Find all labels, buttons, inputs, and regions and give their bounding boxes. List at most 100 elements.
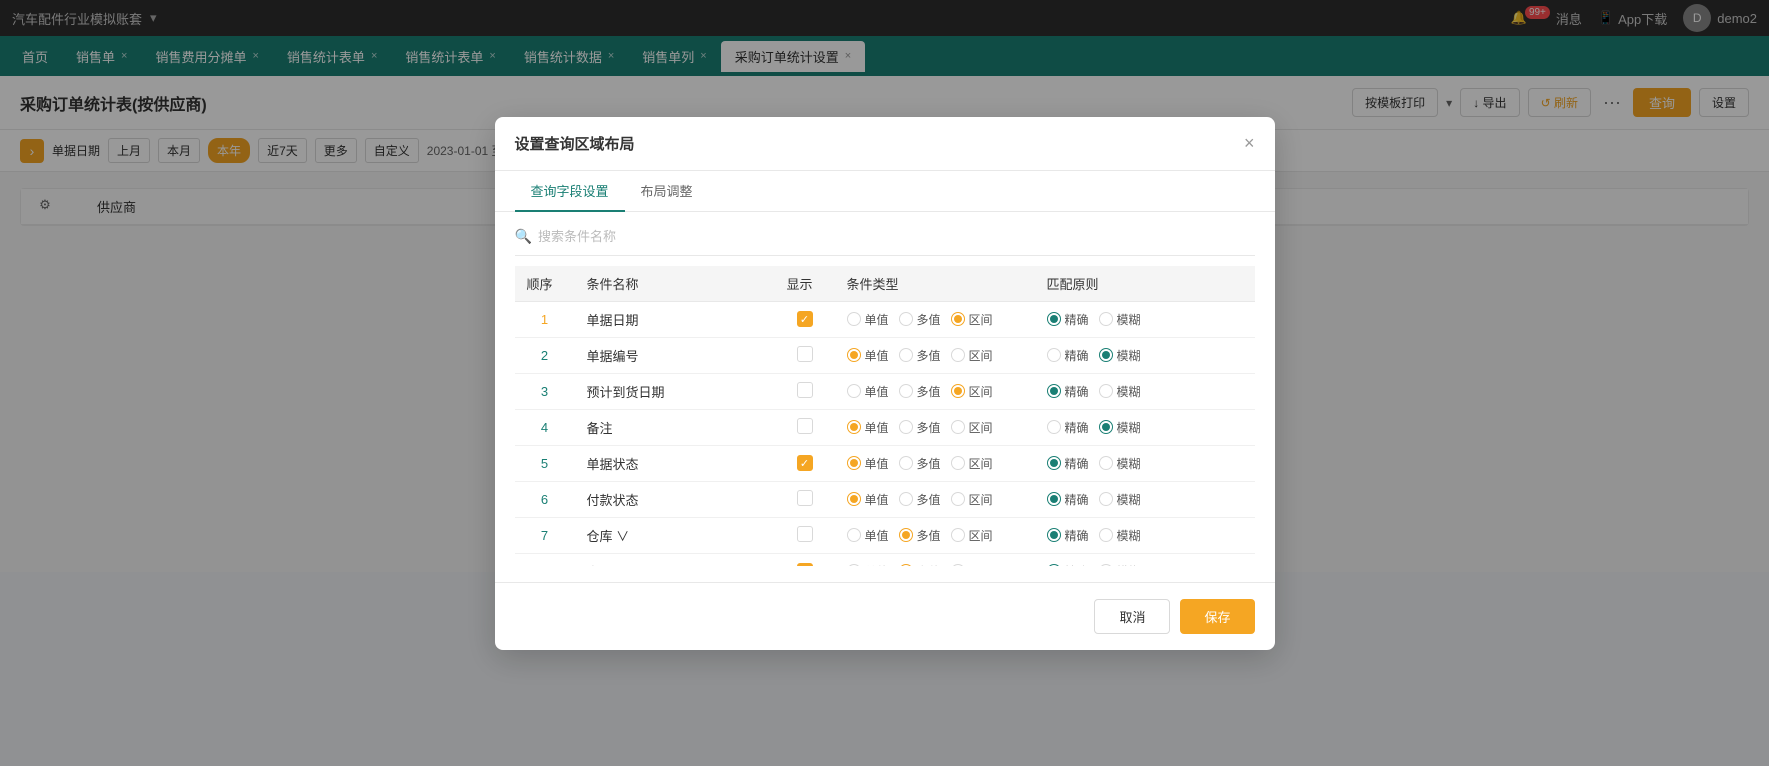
radio-match-item[interactable]: 精确 (1047, 347, 1089, 364)
row-match: 精确模糊 (1035, 445, 1255, 481)
checkbox[interactable] (797, 311, 813, 327)
checkbox[interactable] (797, 490, 813, 506)
radio-type-item[interactable]: 区间 (951, 563, 993, 566)
row-display-checkbox[interactable] (775, 409, 835, 445)
config-table-scroll[interactable]: 顺序 条件名称 显示 条件类型 匹配原则 1单据日期单值多值区间精确模糊2单据编… (515, 266, 1255, 566)
radio-match-item[interactable]: 模糊 (1099, 347, 1141, 364)
radio-match-item[interactable]: 模糊 (1099, 563, 1141, 566)
radio-type-item[interactable]: 单值 (847, 419, 889, 436)
dialog-title: 设置查询区域布局 (515, 133, 635, 154)
radio-type-item[interactable]: 多值 (899, 455, 941, 472)
row-order: 2 (515, 337, 575, 373)
row-type: 单值多值区间 (835, 301, 1035, 337)
radio-type-item[interactable]: 单值 (847, 455, 889, 472)
radio-type-item[interactable]: 区间 (951, 419, 993, 436)
checkbox[interactable] (797, 526, 813, 542)
radio-type-item[interactable]: 多值 (899, 311, 941, 328)
radio-match-item[interactable]: 模糊 (1099, 491, 1141, 508)
radio-dot (1047, 384, 1061, 398)
radio-type-item[interactable]: 多值 (899, 347, 941, 364)
radio-type-item[interactable]: 多值 (899, 491, 941, 508)
row-name: 单据状态 (575, 445, 775, 481)
radio-match-item[interactable]: 模糊 (1099, 311, 1141, 328)
table-row: 3预计到货日期单值多值区间精确模糊 (515, 373, 1255, 409)
radio-match-item[interactable]: 精确 (1047, 491, 1089, 508)
radio-type-item[interactable]: 单值 (847, 491, 889, 508)
radio-label: 多值 (917, 347, 941, 364)
radio-label: 区间 (969, 563, 993, 566)
checkbox[interactable] (797, 455, 813, 471)
radio-match-item[interactable]: 精确 (1047, 311, 1089, 328)
dialog-tabs: 查询字段设置 布局调整 (495, 171, 1275, 212)
radio-label: 多值 (917, 491, 941, 508)
radio-label: 单值 (865, 527, 889, 544)
radio-dot (847, 384, 861, 398)
radio-type-item[interactable]: 多值 (899, 419, 941, 436)
radio-match-item[interactable]: 精确 (1047, 527, 1089, 544)
radio-match-item[interactable]: 模糊 (1099, 455, 1141, 472)
row-name: 单据日期 (575, 301, 775, 337)
radio-dot (847, 420, 861, 434)
radio-type-item[interactable]: 单值 (847, 563, 889, 566)
radio-dot (1099, 492, 1113, 506)
row-order: 1 (515, 301, 575, 337)
radio-type-item[interactable]: 区间 (951, 347, 993, 364)
checkbox[interactable] (797, 563, 813, 565)
th-type: 条件类型 (835, 266, 1035, 302)
radio-match-item[interactable]: 模糊 (1099, 419, 1141, 436)
radio-match-item[interactable]: 模糊 (1099, 383, 1141, 400)
radio-type-item[interactable]: 区间 (951, 527, 993, 544)
row-order: 3 (515, 373, 575, 409)
row-display-checkbox[interactable] (775, 517, 835, 553)
row-display-checkbox[interactable] (775, 373, 835, 409)
row-display-checkbox[interactable] (775, 337, 835, 373)
row-display-checkbox[interactable] (775, 553, 835, 566)
row-display-checkbox[interactable] (775, 445, 835, 481)
radio-type-item[interactable]: 区间 (951, 383, 993, 400)
radio-dot (899, 348, 913, 362)
radio-type-item[interactable]: 多值 (899, 563, 941, 566)
checkbox[interactable] (797, 418, 813, 434)
table-row: 7仓库 ∨单值多值区间精确模糊 (515, 517, 1255, 553)
search-input[interactable] (538, 229, 1255, 244)
radio-label: 精确 (1065, 563, 1089, 566)
radio-dot (847, 312, 861, 326)
row-match: 精确 模糊 (1035, 553, 1255, 566)
row-display-checkbox[interactable] (775, 301, 835, 337)
radio-type-item[interactable]: 单值 (847, 311, 889, 328)
radio-dot (1047, 456, 1061, 470)
radio-label: 模糊 (1117, 491, 1141, 508)
radio-label: 精确 (1065, 347, 1089, 364)
th-match: 匹配原则 (1035, 266, 1255, 302)
dialog-body: 🔍 顺序 条件名称 显示 条件类型 匹配原则 (495, 212, 1275, 582)
save-button[interactable]: 保存 (1180, 599, 1254, 634)
radio-type-item[interactable]: 单值 (847, 527, 889, 544)
row-display-checkbox[interactable] (775, 481, 835, 517)
radio-dot (951, 384, 965, 398)
checkbox[interactable] (797, 382, 813, 398)
checkbox[interactable] (797, 346, 813, 362)
tab-query-fields[interactable]: 查询字段设置 (515, 171, 625, 212)
row-match: 精确模糊 (1035, 301, 1255, 337)
radio-type-item[interactable]: 区间 (951, 491, 993, 508)
radio-match-item[interactable]: 精确 (1047, 455, 1089, 472)
radio-match-item[interactable]: 模糊 (1099, 527, 1141, 544)
radio-dot (847, 492, 861, 506)
cancel-button[interactable]: 取消 (1094, 599, 1170, 634)
radio-type-item[interactable]: 区间 (951, 311, 993, 328)
radio-match-item[interactable]: 精确 (1047, 419, 1089, 436)
radio-type-item[interactable]: 区间 (951, 455, 993, 472)
radio-label: 精确 (1065, 311, 1089, 328)
radio-match-item[interactable]: 精确 (1047, 383, 1089, 400)
radio-dot (899, 564, 913, 566)
radio-type-item[interactable]: 单值 (847, 347, 889, 364)
dialog-close-button[interactable]: × (1244, 133, 1255, 154)
radio-type-item[interactable]: 多值 (899, 527, 941, 544)
radio-dot (847, 456, 861, 470)
tab-layout[interactable]: 布局调整 (625, 171, 709, 212)
radio-dot (899, 528, 913, 542)
radio-type-item[interactable]: 单值 (847, 383, 889, 400)
radio-type-item[interactable]: 多值 (899, 383, 941, 400)
radio-match-item[interactable]: 精确 (1047, 563, 1089, 566)
row-name: 单据编号 (575, 337, 775, 373)
